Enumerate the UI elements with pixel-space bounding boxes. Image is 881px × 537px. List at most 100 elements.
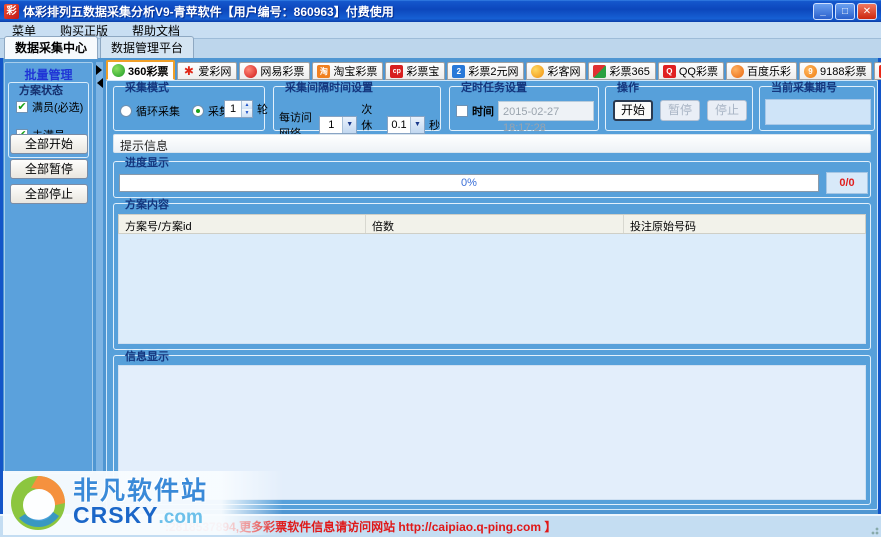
crsky-watermark: 非凡软件站 CRSKY.com: [3, 471, 283, 535]
app-window: 彩 体彩排列五数据采集分析V9-青苹软件【用户编号：860963】付费使用 _ …: [0, 0, 881, 537]
window-title: 体彩排列五数据采集分析V9-青苹软件【用户编号：860963】付费使用: [23, 3, 813, 20]
main-tab-bar: 数据采集中心 数据管理平台: [0, 39, 881, 58]
rounds-value[interactable]: 1: [225, 101, 241, 117]
timer-controls: 时间 2015-02-27 18:17:28: [456, 101, 594, 121]
plan-status-title: 方案状态: [19, 82, 63, 98]
progress-title: 进度显示: [122, 154, 172, 170]
col-multiple[interactable]: 倍数: [366, 215, 624, 233]
site-tab-label: QQ彩票: [679, 63, 718, 79]
chevron-down-icon[interactable]: ▼: [410, 117, 424, 133]
site-tab-360caipiao[interactable]: 360彩票: [106, 60, 175, 80]
spin-up-icon[interactable]: ▲: [242, 101, 252, 109]
site-tab-label: 彩票2元网: [468, 63, 518, 79]
pause-all-button[interactable]: 全部暂停: [10, 159, 88, 179]
stop-button[interactable]: 停止: [707, 100, 747, 121]
site-tab-9188[interactable]: 99188彩票: [799, 62, 872, 80]
maximize-icon[interactable]: □: [835, 3, 855, 20]
title-bar: 彩 体彩排列五数据采集分析V9-青苹软件【用户编号：860963】付费使用 _ …: [0, 0, 881, 22]
site-tab-netease[interactable]: 网易彩票: [239, 62, 310, 80]
site-tab-baidu[interactable]: 百度乐彩: [726, 62, 797, 80]
interval-title: 采集间隔时间设置: [282, 79, 376, 95]
col-plan-id[interactable]: 方案号/方案id: [119, 215, 366, 233]
site-tab-label: 淘宝彩票: [333, 63, 377, 79]
start-all-button[interactable]: 全部开始: [10, 134, 88, 154]
radio-loop-label: 循环采集: [136, 103, 180, 119]
sidebar-title: 批量管理: [5, 66, 92, 83]
site-tab-sogou[interactable]: 8搜狗彩票: [874, 62, 881, 80]
baidu-icon: [731, 65, 744, 78]
rest-value: 0.1: [388, 117, 410, 133]
collapse-right-icon[interactable]: [96, 65, 102, 75]
visits-value: 1: [320, 117, 342, 133]
sidebar-splitter[interactable]: [96, 62, 103, 474]
rest-select[interactable]: 0.1 ▼: [387, 116, 425, 134]
interval-group: 采集间隔时间设置 每访问网络 1 ▼ 次休息 0.1 ▼ 秒: [273, 86, 441, 131]
aicai-icon: ✱: [182, 65, 195, 78]
chevron-down-icon[interactable]: ▼: [342, 117, 356, 133]
site-tab-label: 360彩票: [128, 63, 168, 79]
collect-mode-group: 采集模式 循环采集 采集 1 ▲▼ 轮: [113, 86, 265, 131]
radio-count-icon[interactable]: [192, 105, 204, 117]
rounds-stepper[interactable]: 1 ▲▼: [224, 100, 253, 118]
current-period-group: 当前采集期号: [759, 86, 875, 131]
prompt-info-bar: 提示信息: [113, 134, 871, 153]
operation-title: 操作: [614, 79, 642, 95]
timer-checkbox-label: 时间: [472, 103, 494, 119]
site-tab-caipiaobao[interactable]: cp彩票宝: [385, 62, 445, 80]
checkbox-full-label: 满员(必选): [32, 99, 83, 115]
start-button[interactable]: 开始: [613, 100, 653, 121]
timer-group: 定时任务设置 时间 2015-02-27 18:17:28: [449, 86, 599, 131]
tab-data-collect-center[interactable]: 数据采集中心: [4, 36, 98, 59]
checkbox-full-icon[interactable]: ✔: [16, 101, 28, 113]
site-tab-label: 彩票365: [609, 63, 649, 79]
timer-checkbox[interactable]: [456, 105, 468, 117]
collect-mode-title: 采集模式: [122, 79, 172, 95]
interval-unit: 秒: [429, 117, 440, 133]
visits-select[interactable]: 1 ▼: [319, 116, 357, 134]
radio-loop-collect[interactable]: 循环采集: [120, 103, 180, 119]
batch-manage-sidebar: 批量管理 方案状态 ✔ 满员(必选) ✔ 未满员 全部开始 全部暂停 全部停止: [4, 62, 93, 474]
qq-icon: Q: [663, 65, 676, 78]
collapse-left-icon[interactable]: [97, 78, 103, 88]
taobao-icon: 淘: [317, 65, 330, 78]
rounds-control: 1 ▲▼ 轮: [224, 100, 268, 118]
timer-title: 定时任务设置: [458, 79, 530, 95]
app-icon: 彩: [4, 4, 19, 19]
checkbox-full[interactable]: ✔ 满员(必选): [16, 99, 83, 115]
caipiao365-icon: [593, 65, 606, 78]
site-tab-365[interactable]: 彩票365: [588, 62, 655, 80]
resize-grip[interactable]: [867, 523, 879, 535]
rounds-unit: 轮: [257, 101, 268, 117]
caipiaobao-icon: cp: [390, 65, 403, 78]
current-period-title: 当前采集期号: [768, 79, 840, 95]
collect-panel: 采集模式 循环采集 采集 1 ▲▼ 轮 采集间隔时间设置 每访问网络: [106, 80, 878, 510]
site-tab-label: 爱彩网: [198, 63, 231, 79]
site-tab-bar: 360彩票 ✱爱彩网 网易彩票 淘淘宝彩票 cp彩票宝 2彩票2元网 彩客网 彩…: [106, 59, 878, 80]
watermark-tld: .com: [159, 507, 203, 528]
spin-down-icon[interactable]: ▼: [242, 109, 252, 117]
site-tab-2yuan[interactable]: 2彩票2元网: [447, 62, 524, 80]
info-display-title: 信息显示: [122, 348, 172, 364]
plan-table-header: 方案号/方案id 倍数 投注原始号码: [118, 214, 866, 234]
netease-icon: [244, 65, 257, 78]
plan-table-body[interactable]: [118, 234, 866, 344]
minimize-icon[interactable]: _: [813, 3, 833, 20]
site-tab-aicai[interactable]: ✱爱彩网: [177, 62, 237, 80]
col-bet-numbers[interactable]: 投注原始号码: [624, 215, 865, 233]
tab-data-manage-platform[interactable]: 数据管理平台: [100, 36, 194, 58]
progress-counter: 0/0: [826, 172, 868, 194]
radio-loop-icon[interactable]: [120, 105, 132, 117]
watermark-domain: CRSKY: [73, 502, 159, 528]
operation-group: 操作 开始 暂停 停止: [605, 86, 753, 131]
watermark-site-name: 非凡软件站: [73, 479, 208, 504]
site-tab-qq[interactable]: QQQ彩票: [658, 62, 724, 80]
current-period-field[interactable]: [765, 99, 871, 125]
stop-all-button[interactable]: 全部停止: [10, 184, 88, 204]
pause-button[interactable]: 暂停: [660, 100, 700, 121]
progress-bar: 0%: [119, 174, 819, 192]
site-tab-caike[interactable]: 彩客网: [526, 62, 586, 80]
close-icon[interactable]: ✕: [857, 3, 877, 20]
timer-datetime-field[interactable]: 2015-02-27 18:17:28: [498, 101, 594, 121]
site-tab-taobao[interactable]: 淘淘宝彩票: [312, 62, 383, 80]
crsky-logo-icon: [9, 474, 67, 532]
